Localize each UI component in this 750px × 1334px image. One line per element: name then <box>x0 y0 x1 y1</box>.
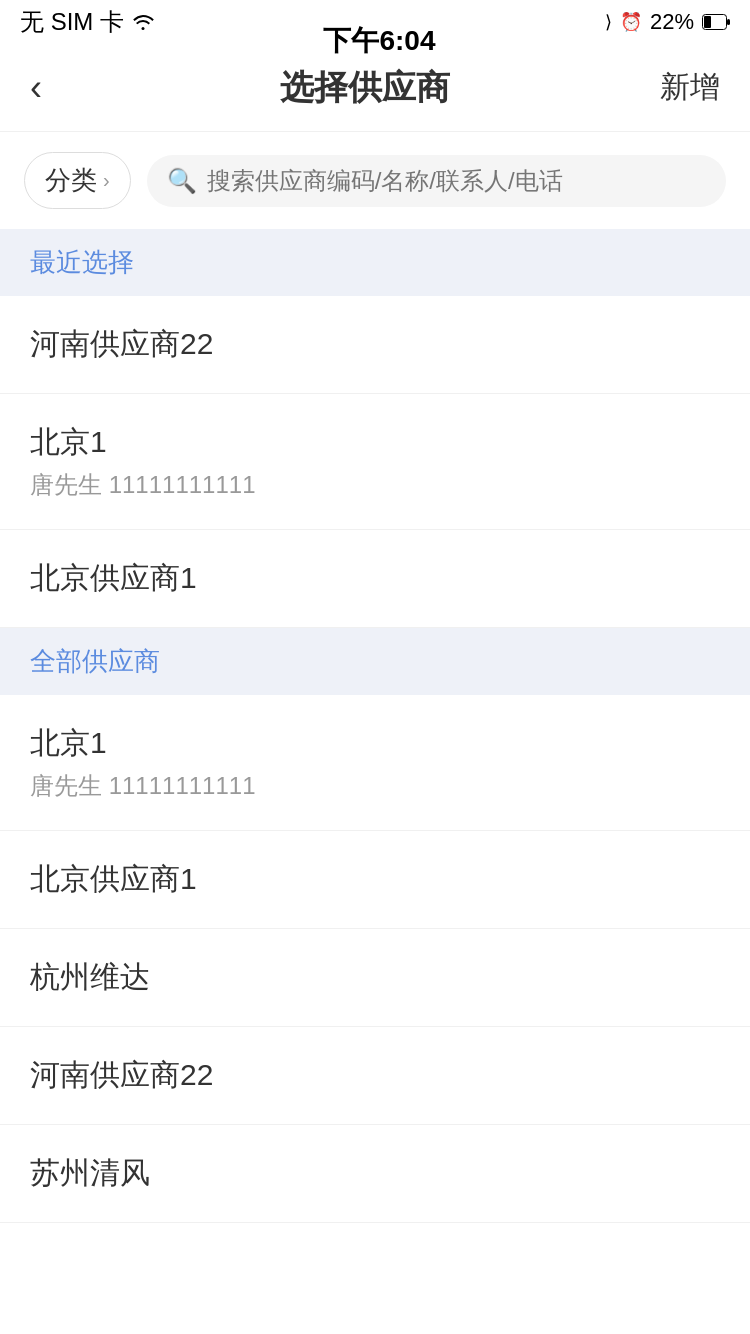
search-bar-area: 分类 › 🔍 <box>0 132 750 229</box>
page-title: 选择供应商 <box>90 65 640 111</box>
list-item[interactable]: 河南供应商22 <box>0 1027 750 1125</box>
list-item[interactable]: 河南供应商22 <box>0 296 750 394</box>
recent-section-label: 最近选择 <box>30 247 134 277</box>
list-item[interactable]: 北京供应商1 <box>0 831 750 929</box>
list-item[interactable]: 北京1 唐先生 11111111111 <box>0 695 750 831</box>
status-carrier: 无 SIM 卡 <box>20 6 154 38</box>
item-sub: 唐先生 11111111111 <box>30 469 720 501</box>
item-name: 苏州清风 <box>30 1153 720 1194</box>
list-item[interactable]: 苏州清风 <box>0 1125 750 1223</box>
all-section-label: 全部供应商 <box>30 646 160 676</box>
location-icon: ⟩ <box>605 11 612 33</box>
wifi-icon <box>132 13 154 31</box>
item-sub: 唐先生 11111111111 <box>30 770 720 802</box>
battery-text: 22% <box>650 9 694 35</box>
item-name: 北京供应商1 <box>30 859 720 900</box>
status-bar: 无 SIM 卡 下午6:04 ⟩ ⏰ 22% <box>0 0 750 44</box>
item-name: 河南供应商22 <box>30 1055 720 1096</box>
search-input[interactable] <box>207 167 706 195</box>
item-name: 北京供应商1 <box>30 558 720 599</box>
item-name: 北京1 <box>30 422 720 463</box>
search-input-wrap: 🔍 <box>147 155 726 207</box>
search-icon: 🔍 <box>167 167 197 195</box>
recent-list: 河南供应商22 北京1 唐先生 11111111111 北京供应商1 <box>0 296 750 628</box>
add-button[interactable]: 新增 <box>640 67 720 108</box>
list-item[interactable]: 北京供应商1 <box>0 530 750 628</box>
carrier-text: 无 SIM 卡 <box>20 6 124 38</box>
battery-icon <box>702 14 730 30</box>
item-name: 杭州维达 <box>30 957 720 998</box>
svg-rect-2 <box>727 19 730 25</box>
all-list: 北京1 唐先生 11111111111 北京供应商1 杭州维达 河南供应商22 … <box>0 695 750 1223</box>
list-item[interactable]: 杭州维达 <box>0 929 750 1027</box>
status-time: 下午6:04 <box>323 22 435 60</box>
alarm-icon: ⏰ <box>620 11 642 33</box>
all-section-header: 全部供应商 <box>0 628 750 695</box>
item-name: 河南供应商22 <box>30 324 720 365</box>
item-name: 北京1 <box>30 723 720 764</box>
status-right: ⟩ ⏰ 22% <box>605 9 730 35</box>
recent-section-header: 最近选择 <box>0 229 750 296</box>
svg-rect-1 <box>704 16 711 28</box>
chevron-right-icon: › <box>103 169 110 192</box>
category-button[interactable]: 分类 › <box>24 152 131 209</box>
list-item[interactable]: 北京1 唐先生 11111111111 <box>0 394 750 530</box>
category-label: 分类 <box>45 163 97 198</box>
back-button[interactable]: ‹ <box>30 67 90 109</box>
